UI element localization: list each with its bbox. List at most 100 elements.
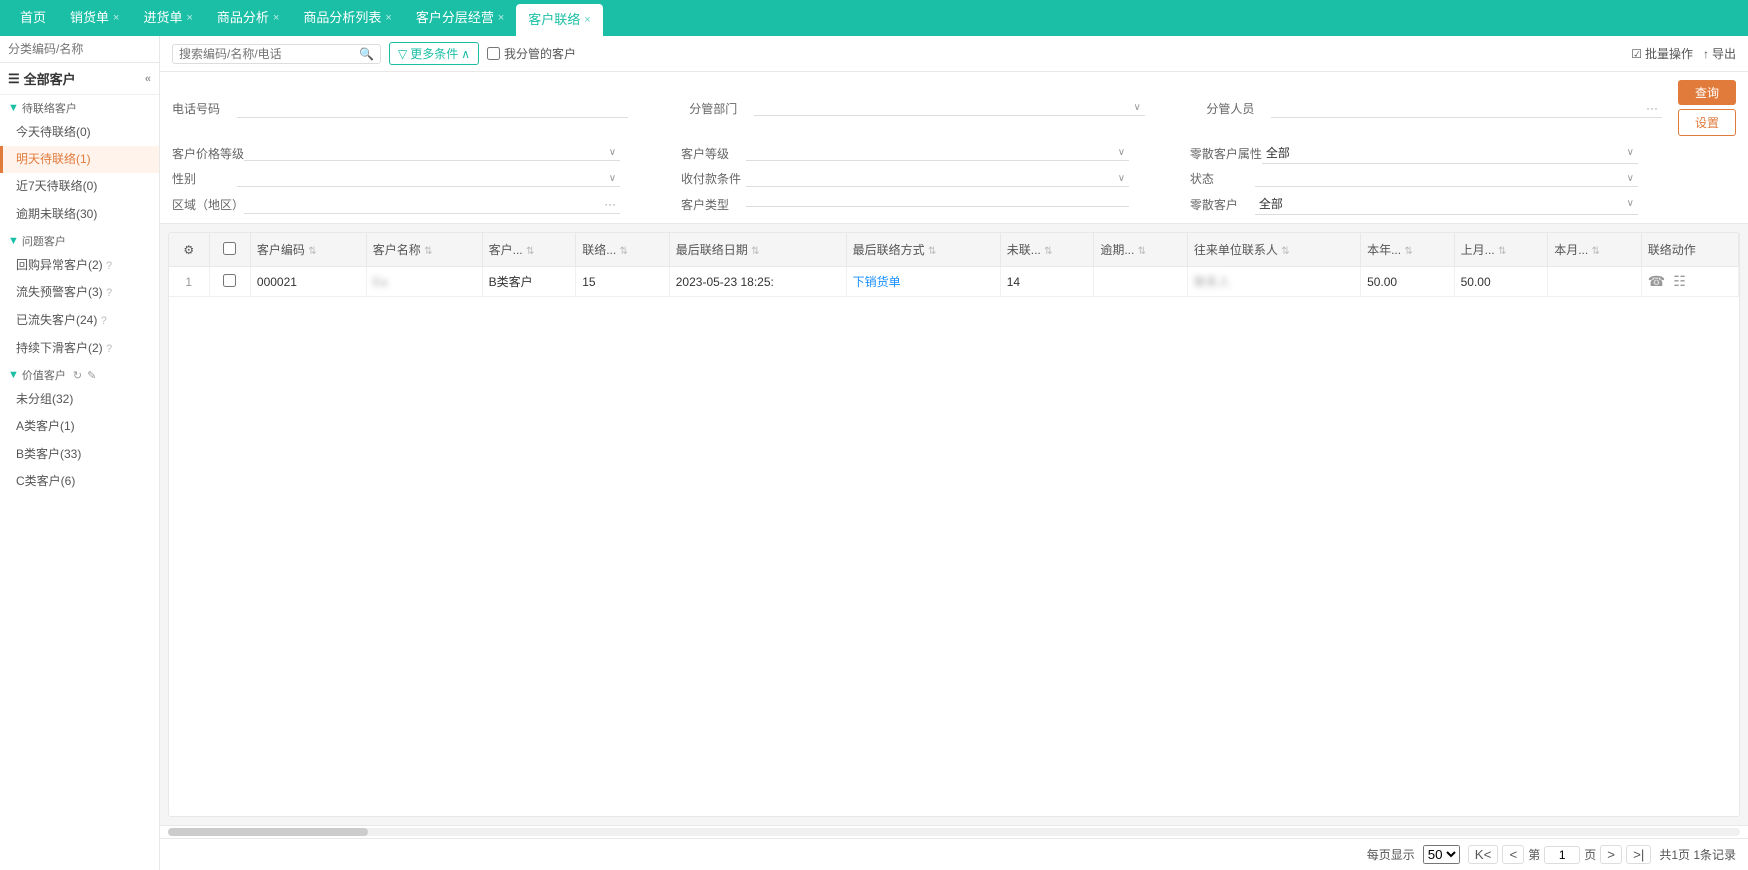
close-analysis-icon[interactable]: × (273, 0, 279, 36)
col-this-month[interactable]: 本月... ⇅ (1548, 233, 1642, 267)
nav-customer-contact[interactable]: 客户联络 × (516, 4, 602, 36)
payment-select[interactable]: ∨ (746, 171, 1129, 187)
col-last-date[interactable]: 最后联络日期 ⇅ (669, 233, 846, 267)
customer-type-select[interactable] (746, 202, 1129, 207)
dept-select[interactable]: ∨ (754, 100, 1145, 116)
prev-page-btn[interactable]: < (1502, 845, 1524, 864)
col-past-contact[interactable]: 往来单位联系人 ⇅ (1187, 233, 1360, 267)
sidebar-collapse-icon[interactable]: « (145, 73, 151, 85)
main-search-input[interactable] (179, 47, 359, 61)
select-all-checkbox[interactable] (223, 242, 236, 255)
top-nav: 首页 销货单 × 进货单 × 商品分析 × 商品分析列表 × 客户分层经营 × … (0, 0, 1748, 36)
phone-action-icon[interactable]: ☎ (1648, 273, 1665, 290)
page-number-input[interactable] (1544, 846, 1580, 864)
sidebar-item-ungrouped[interactable]: 未分组(32) (0, 386, 159, 413)
nav-analysis[interactable]: 商品分析 × (205, 0, 291, 36)
col-last-month[interactable]: 上月... ⇅ (1454, 233, 1548, 267)
value-level-select[interactable]: ∨ (244, 145, 620, 161)
manager-select[interactable]: ··· (1271, 99, 1662, 118)
col-code[interactable]: 客户编码 ⇅ (250, 233, 366, 267)
row-this-month (1548, 267, 1642, 297)
sidebar-item-class-c[interactable]: C类客户(6) (0, 468, 159, 495)
nav-sales[interactable]: 销货单 × (58, 0, 131, 36)
next-page-btn[interactable]: > (1600, 845, 1622, 864)
sidebar-search-input[interactable] (8, 42, 160, 56)
sidebar-item-churned[interactable]: 已流失客户(24) ? (0, 307, 159, 335)
close-contact-icon[interactable]: × (584, 2, 590, 38)
sort-lastmonth-icon: ⇅ (1498, 246, 1506, 257)
status-select[interactable]: ∨ (1255, 171, 1638, 187)
close-segment-icon[interactable]: × (498, 0, 504, 36)
col-overdue[interactable]: 逾期... ⇅ (1094, 233, 1188, 267)
filter-retail-attr: 零散客户属性 全部 ∨ (1190, 142, 1638, 164)
sort-overdue-icon: ⇅ (1138, 246, 1146, 257)
sort-uncontact-icon: ⇅ (1044, 246, 1052, 257)
close-sales-icon[interactable]: × (113, 0, 119, 36)
area-ellipsis[interactable]: ··· (604, 197, 616, 211)
sidebar-problem-group-title: ▼ 问题客户 (0, 228, 159, 252)
my-customers-checkbox[interactable] (487, 47, 500, 60)
refresh-icon[interactable]: ↻ (73, 369, 82, 382)
triangle-icon-3: ▼ (8, 369, 19, 381)
col-last-method[interactable]: 最后联络方式 ⇅ (846, 233, 1000, 267)
action-icons: ☎ ☷ (1648, 273, 1732, 290)
horizontal-scrollbar (160, 825, 1748, 838)
filter-row-2: 客户价格等级 ∨ 客户等级 ∨ 零散客户属性 全部 (172, 142, 1736, 164)
first-page-btn[interactable]: K< (1468, 845, 1499, 864)
customer-level-select[interactable]: ∨ (746, 145, 1129, 161)
set-button[interactable]: 设置 (1678, 109, 1736, 136)
col-contacts[interactable]: 联络... ⇅ (576, 233, 670, 267)
row-checkbox[interactable] (223, 274, 236, 287)
filter-manager: 分管人员 ··· (1206, 99, 1662, 118)
table-header-row: ⚙ 客户编码 ⇅ 客户名称 ⇅ 客户... (169, 233, 1739, 267)
toolbar: 🔍 ▽ 更多条件 ∧ 我分管的客户 ☑ 批量操作 ↑ 导出 (160, 36, 1748, 72)
toolbar-right: ☑ 批量操作 ↑ 导出 (1631, 45, 1736, 62)
col-uncontacted[interactable]: 未联... ⇅ (1000, 233, 1094, 267)
scrollbar-thumb[interactable] (168, 828, 368, 836)
sidebar-item-tomorrow-contact[interactable]: 明天待联络(1) (0, 146, 159, 173)
sidebar-all-customers[interactable]: ☰ 全部客户 « (0, 63, 159, 95)
export-btn[interactable]: ↑ 导出 (1703, 45, 1736, 62)
area-select[interactable]: ··· (244, 195, 620, 214)
gender-select[interactable]: ∨ (237, 171, 620, 187)
nav-customer-segment[interactable]: 客户分层经营 × (404, 0, 516, 36)
sidebar-item-7day-contact[interactable]: 近7天待联络(0) (0, 173, 159, 200)
sidebar-item-repurchase-abnormal[interactable]: 回购异常客户(2) ? (0, 252, 159, 280)
footer: 每页显示 50 K< < 第 页 > >| 共1页 1条记录 (160, 838, 1748, 870)
sidebar-item-declining[interactable]: 持续下滑客户(2) ? (0, 335, 159, 363)
sidebar-item-class-b[interactable]: B类客户(33) (0, 441, 159, 468)
last-page-btn[interactable]: >| (1626, 845, 1651, 864)
nav-analysis-table[interactable]: 商品分析列表 × (291, 0, 403, 36)
row-uncontacted: 14 (1000, 267, 1094, 297)
filter-area: 区域（地区） ··· (172, 195, 620, 214)
per-page-select[interactable]: 50 (1423, 845, 1460, 864)
row-checkbox-cell (209, 267, 250, 297)
sidebar-item-overdue-contact[interactable]: 逾期未联络(30) (0, 201, 159, 228)
col-type[interactable]: 客户... ⇅ (482, 233, 576, 267)
main-search-icon[interactable]: 🔍 (359, 47, 374, 61)
col-gear[interactable]: ⚙ (169, 233, 209, 267)
retail-attr-select[interactable]: 全部 ∨ (1262, 142, 1638, 164)
retail-customer-select[interactable]: 全部 ∨ (1255, 193, 1638, 215)
nav-home[interactable]: 首页 (8, 0, 58, 36)
phone-input[interactable] (237, 99, 628, 118)
edit-icon[interactable]: ✎ (87, 369, 96, 382)
close-analysis-table-icon[interactable]: × (385, 0, 391, 36)
col-name[interactable]: 客户名称 ⇅ (366, 233, 482, 267)
filter-gender: 性别 ∨ (172, 170, 620, 187)
batch-operation-btn[interactable]: ☑ 批量操作 (1631, 45, 1693, 62)
grid-action-icon[interactable]: ☷ (1673, 273, 1686, 290)
sidebar-item-class-a[interactable]: A类客户(1) (0, 413, 159, 440)
sidebar-item-today-contact[interactable]: 今天待联络(0) (0, 119, 159, 146)
col-this-year[interactable]: 本年... ⇅ (1361, 233, 1455, 267)
close-purchase-icon[interactable]: × (186, 0, 192, 36)
sidebar-search-box: 🔍 (0, 36, 159, 63)
status-arrow: ∨ (1627, 173, 1634, 184)
manager-ellipsis-icon[interactable]: ··· (1646, 101, 1658, 115)
last-method-link[interactable]: 下销货单 (853, 275, 901, 289)
row-contacts: 15 (576, 267, 670, 297)
sidebar-item-churn-warning[interactable]: 流失预警客户(3) ? (0, 279, 159, 307)
nav-purchase[interactable]: 进货单 × (131, 0, 204, 36)
query-button[interactable]: 查询 (1678, 80, 1736, 105)
filter-more-btn[interactable]: ▽ 更多条件 ∧ (389, 42, 479, 65)
